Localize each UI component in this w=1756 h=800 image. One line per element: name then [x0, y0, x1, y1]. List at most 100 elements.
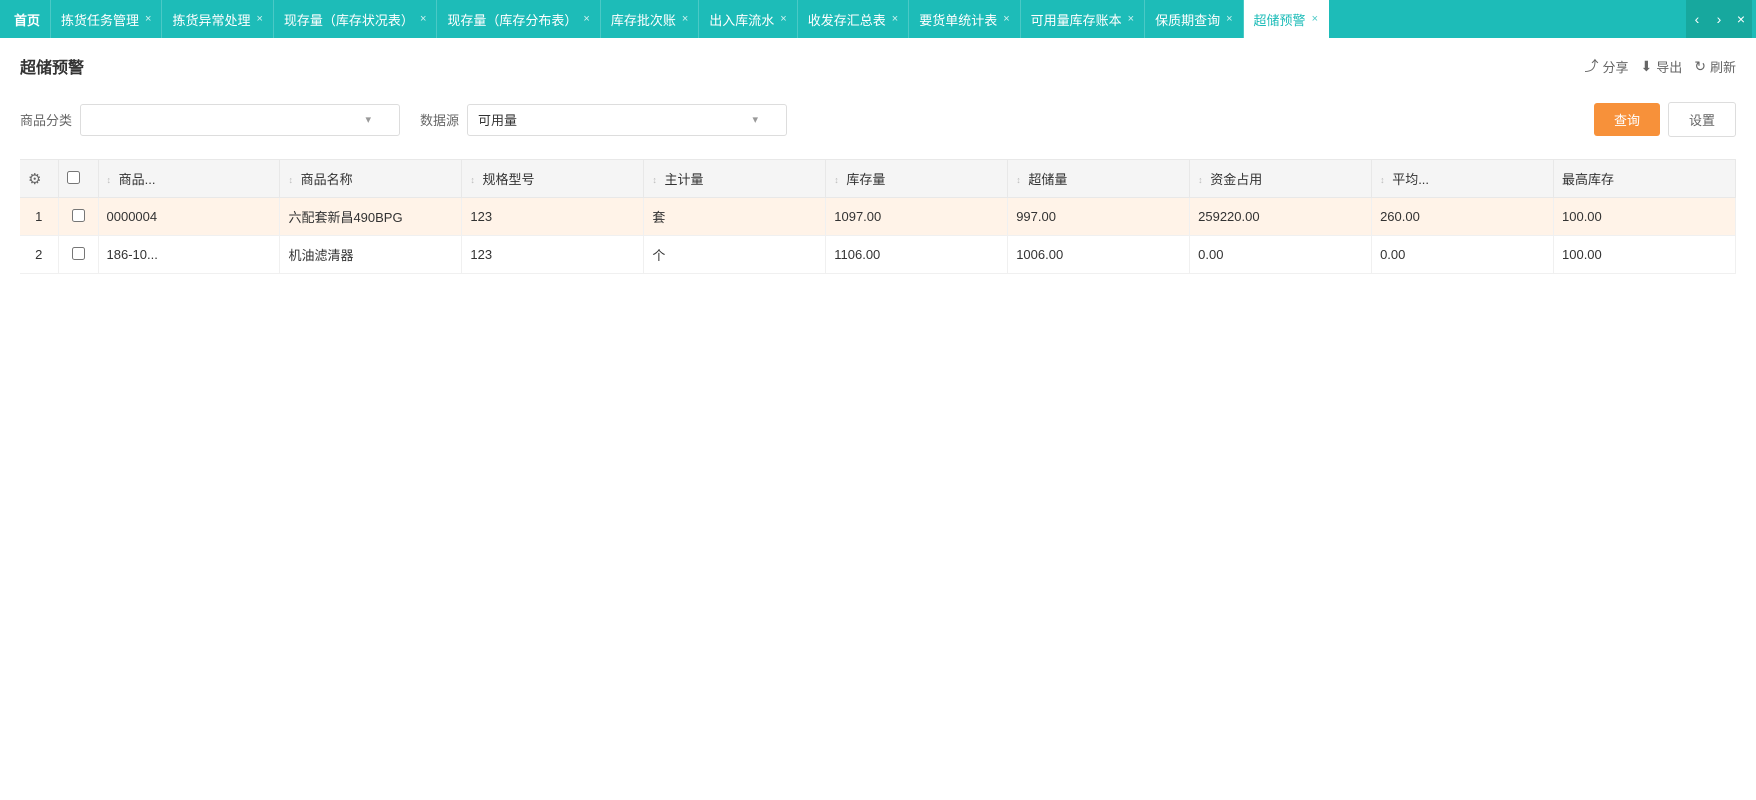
chevron-down-icon: ▾	[365, 113, 371, 126]
col-header-name[interactable]: ↕ 商品名称	[280, 160, 462, 198]
top-navigation: 首页 拣货任务管理 × 拣货异常处理 × 现存量（库存状况表） × 现存量（库存…	[0, 0, 1756, 38]
filter-row: 商品分类 ▾ 数据源 可用量 ▾ 查询 设置	[20, 94, 1736, 145]
col-header-maxstock: 最高库存	[1554, 160, 1736, 198]
sort-icon: ↕	[288, 176, 293, 185]
nav-next-button[interactable]: ›	[1708, 0, 1730, 38]
query-button[interactable]: 查询	[1594, 103, 1660, 136]
row-avg: 0.00	[1372, 236, 1554, 274]
datasource-select[interactable]: 可用量 ▾	[467, 104, 787, 136]
table-body: 1 0000004 六配套新昌490BPG 123 套 1097.00 997.…	[20, 198, 1736, 274]
close-icon[interactable]: ×	[1226, 13, 1232, 25]
col-header-overstock[interactable]: ↕ 超储量	[1008, 160, 1190, 198]
close-icon[interactable]: ×	[256, 13, 262, 25]
row-name: 机油滤清器	[280, 236, 462, 274]
category-filter-group: 商品分类 ▾	[20, 104, 400, 136]
export-button[interactable]: ⬇ 导出	[1641, 57, 1683, 76]
col-header-stock[interactable]: ↕ 库存量	[826, 160, 1008, 198]
nav-tab-jianghuo-renwu[interactable]: 拣货任务管理 ×	[51, 0, 162, 38]
nav-prev-button[interactable]: ‹	[1686, 0, 1708, 38]
row-overstock: 997.00	[1008, 198, 1190, 236]
sort-icon: ↕	[107, 176, 112, 185]
col-header-unit[interactable]: ↕ 主计量	[644, 160, 826, 198]
data-table: ⚙ ↕ 商品... ↕ 商品名称 ↕ 规格型号 ↕	[20, 159, 1736, 274]
row-number: 1	[20, 198, 58, 236]
sort-icon: ↕	[1016, 176, 1021, 185]
close-icon[interactable]: ×	[420, 13, 426, 25]
settings-button[interactable]: 设置	[1668, 102, 1736, 137]
nav-home[interactable]: 首页	[4, 0, 51, 38]
row-checkbox[interactable]	[72, 209, 85, 222]
row-number: 2	[20, 236, 58, 274]
nav-tab-churu-liushui[interactable]: 出入库流水 ×	[699, 0, 797, 38]
row-capital: 259220.00	[1190, 198, 1372, 236]
nav-tab-pici-zhang[interactable]: 库存批次账 ×	[601, 0, 699, 38]
nav-tab-keyongliang-zhangben[interactable]: 可用量库存账本 ×	[1021, 0, 1145, 38]
row-stock: 1097.00	[826, 198, 1008, 236]
category-select[interactable]: ▾	[80, 104, 400, 136]
close-icon[interactable]: ×	[1312, 13, 1318, 25]
category-label: 商品分类	[20, 110, 72, 129]
close-icon[interactable]: ×	[1128, 13, 1134, 25]
sort-icon: ↕	[834, 176, 839, 185]
nav-tab-xiancunliang-fenbiao[interactable]: 现存量（库存分布表） ×	[437, 0, 600, 38]
col-header-spec[interactable]: ↕ 规格型号	[462, 160, 644, 198]
sort-icon: ↕	[1198, 176, 1203, 185]
row-spec: 123	[462, 198, 644, 236]
row-sku: 186-10...	[98, 236, 280, 274]
datasource-label: 数据源	[420, 110, 459, 129]
filter-actions: 查询 设置	[1594, 102, 1736, 137]
nav-tab-xiancunliang-kuangkuang[interactable]: 现存量（库存状况表） ×	[274, 0, 437, 38]
row-checkbox-cell[interactable]	[58, 198, 98, 236]
row-capital: 0.00	[1190, 236, 1372, 274]
nav-tab-yaohuo-tongji[interactable]: 要货单统计表 ×	[909, 0, 1020, 38]
row-unit: 套	[644, 198, 826, 236]
row-unit: 个	[644, 236, 826, 274]
refresh-button[interactable]: ↻ 刷新	[1694, 57, 1736, 76]
row-name: 六配套新昌490BPG	[280, 198, 462, 236]
sort-icon: ↕	[1380, 176, 1385, 185]
nav-arrow-group: ‹ › ×	[1686, 0, 1752, 38]
nav-tab-shoufacun-huizong[interactable]: 收发存汇总表 ×	[798, 0, 909, 38]
row-sku: 0000004	[98, 198, 280, 236]
table-header-row: ⚙ ↕ 商品... ↕ 商品名称 ↕ 规格型号 ↕	[20, 160, 1736, 198]
row-maxstock: 100.00	[1554, 198, 1736, 236]
settings-gear-header[interactable]: ⚙	[20, 160, 58, 198]
chevron-down-icon: ▾	[753, 113, 759, 126]
sort-icon: ↕	[652, 176, 657, 185]
nav-tab-chaochuyujing[interactable]: 超储预警 ×	[1244, 0, 1329, 38]
page-header: 超储预警 ⤴ 分享 ⬇ 导出 ↻ 刷新	[20, 54, 1736, 78]
col-header-sku[interactable]: ↕ 商品...	[98, 160, 280, 198]
col-header-avg[interactable]: ↕ 平均...	[1372, 160, 1554, 198]
datasource-filter-group: 数据源 可用量 ▾	[420, 104, 787, 136]
checkbox-header[interactable]	[58, 160, 98, 198]
sort-icon: ↕	[470, 176, 475, 185]
close-icon[interactable]: ×	[1003, 13, 1009, 25]
row-stock: 1106.00	[826, 236, 1008, 274]
nav-tab-baozhi-chaxun[interactable]: 保质期查询 ×	[1145, 0, 1243, 38]
row-maxstock: 100.00	[1554, 236, 1736, 274]
refresh-icon: ↻	[1694, 58, 1706, 75]
close-icon[interactable]: ×	[682, 13, 688, 25]
row-checkbox[interactable]	[72, 247, 85, 260]
share-button[interactable]: ⤴ 分享	[1584, 56, 1628, 76]
table-row: 1 0000004 六配套新昌490BPG 123 套 1097.00 997.…	[20, 198, 1736, 236]
page-content: 超储预警 ⤴ 分享 ⬇ 导出 ↻ 刷新 商品分类 ▾ 数据源	[0, 38, 1756, 800]
row-avg: 260.00	[1372, 198, 1554, 236]
row-spec: 123	[462, 236, 644, 274]
nav-tab-jianghuo-yichang[interactable]: 拣货异常处理 ×	[162, 0, 273, 38]
close-icon[interactable]: ×	[780, 13, 786, 25]
close-icon[interactable]: ×	[892, 13, 898, 25]
close-icon[interactable]: ×	[583, 13, 589, 25]
table-row: 2 186-10... 机油滤清器 123 个 1106.00 1006.00 …	[20, 236, 1736, 274]
row-overstock: 1006.00	[1008, 236, 1190, 274]
col-header-capital[interactable]: ↕ 资金占用	[1190, 160, 1372, 198]
export-icon: ⬇	[1641, 58, 1653, 75]
row-checkbox-cell[interactable]	[58, 236, 98, 274]
nav-close-all-button[interactable]: ×	[1730, 0, 1752, 38]
page-title: 超储预警	[20, 54, 84, 78]
header-actions: ⤴ 分享 ⬇ 导出 ↻ 刷新	[1584, 56, 1736, 76]
gear-icon[interactable]: ⚙	[28, 171, 41, 188]
share-icon: ⤴	[1584, 56, 1598, 76]
select-all-checkbox[interactable]	[67, 171, 80, 184]
close-icon[interactable]: ×	[145, 13, 151, 25]
